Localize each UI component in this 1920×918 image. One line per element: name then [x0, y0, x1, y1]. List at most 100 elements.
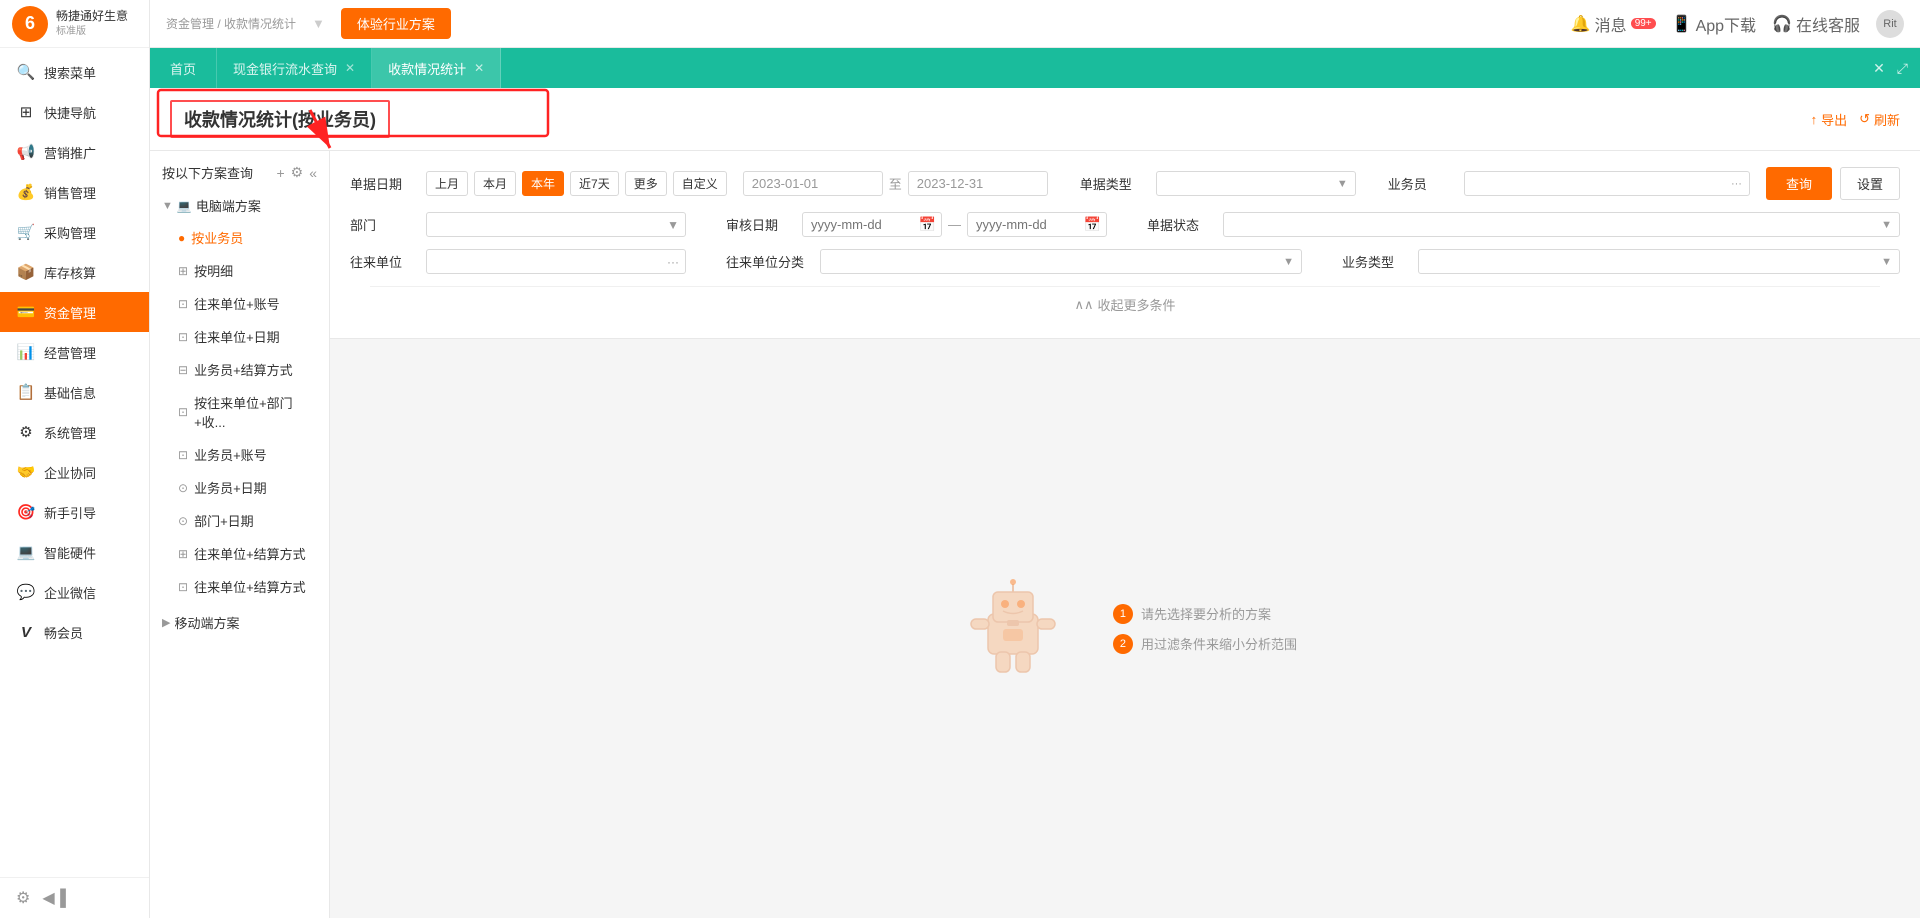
sidebar-item-system[interactable]: ⚙ 系统管理: [0, 412, 149, 452]
filter-row-3: 往来单位 ··· 往来单位分类 ▼ 业务类型 ▼: [350, 249, 1900, 274]
scheme-unit-dept-icon: ⊡: [178, 405, 188, 419]
voucher-type-select-wrapper: ▼: [1156, 171, 1356, 196]
industry-solution-button[interactable]: 体验行业方案: [341, 8, 451, 39]
scheme-item-unit-dept-recv[interactable]: ⊡ 按往来单位+部门+收...: [150, 386, 329, 438]
partner-category-select[interactable]: [820, 249, 1302, 274]
filter-area: 单据日期 上月 本月 本年 近7天 更多 自定义 至 单据类型: [330, 151, 1920, 339]
tab-bank[interactable]: 现金银行流水查询 ✕: [217, 48, 372, 88]
service-icon: 🎧: [1772, 14, 1792, 34]
date-btn-this-year[interactable]: 本年: [522, 171, 564, 196]
date-btn-this-month[interactable]: 本月: [474, 171, 516, 196]
sidebar-bottom: ⚙ ◀▐: [0, 877, 149, 918]
business-type-label: 业务类型: [1342, 252, 1402, 271]
logo-icon: 6: [12, 6, 48, 42]
user-menu[interactable]: Rit: [1876, 10, 1904, 38]
partner-label: 往来单位: [350, 252, 410, 271]
scheme-item-salesman-account[interactable]: ⊡ 业务员+账号: [150, 438, 329, 471]
scheme-item-dept-date[interactable]: ⊙ 部门+日期: [150, 504, 329, 537]
salesman-label: 业务员: [1388, 174, 1448, 193]
scheme-item-unit-date[interactable]: ⊡ 往来单位+日期: [150, 320, 329, 353]
maximize-window-icon[interactable]: ⤢: [1897, 60, 1908, 77]
query-button[interactable]: 查询: [1766, 167, 1832, 200]
collapse-scheme-icon[interactable]: «: [309, 165, 317, 181]
close-window-icon[interactable]: ✕: [1873, 60, 1885, 77]
date-btn-7days[interactable]: 近7天: [570, 171, 619, 196]
add-scheme-icon[interactable]: +: [276, 165, 284, 181]
settings-bottom-icon[interactable]: ⚙: [16, 888, 30, 908]
sidebar-item-inventory[interactable]: 📦 库存核算: [0, 252, 149, 292]
business-type-select[interactable]: [1418, 249, 1900, 274]
messages-button[interactable]: 🔔 消息 99+: [1571, 12, 1656, 36]
scheme-unit-account-icon: ⊡: [178, 297, 188, 311]
sidebar-item-search[interactable]: 🔍 搜索菜单: [0, 52, 149, 92]
tab-receipt[interactable]: 收款情况统计 ✕: [372, 48, 501, 88]
bell-icon: 🔔: [1571, 14, 1591, 34]
page-header: 收款情况统计(按业务员) ↑ 导出 ↺ 刷新: [150, 88, 1920, 151]
sidebar-item-operation[interactable]: 📊 经营管理: [0, 332, 149, 372]
collapse-sidebar-icon[interactable]: ◀▐: [42, 888, 66, 908]
sidebar-item-member[interactable]: V 畅会员: [0, 612, 149, 652]
salesman-select[interactable]: [1464, 171, 1750, 196]
mobile-group-arrow: ▶: [162, 616, 170, 629]
calendar-to-icon: 📅: [1084, 216, 1101, 233]
scheme-item-salesman-date[interactable]: ⊙ 业务员+日期: [150, 471, 329, 504]
messages-badge: 99+: [1631, 18, 1656, 29]
date-to-input[interactable]: [908, 171, 1048, 196]
sidebar-item-marketing[interactable]: 📢 营销推广: [0, 132, 149, 172]
export-icon: ↑: [1811, 112, 1818, 127]
date-btn-custom[interactable]: 自定义: [673, 171, 727, 196]
date-from-input[interactable]: [743, 171, 883, 196]
date-btn-last-month[interactable]: 上月: [426, 171, 468, 196]
tab-home[interactable]: 首页: [150, 48, 217, 88]
receipt-tab-close-icon[interactable]: ✕: [474, 61, 484, 75]
partner-input[interactable]: [427, 250, 661, 273]
collapse-filter-button[interactable]: ∧∧ 收起更多条件: [370, 286, 1880, 322]
partner-more-icon[interactable]: ···: [661, 255, 685, 269]
voucher-type-select[interactable]: [1156, 171, 1356, 196]
sidebar-item-purchase[interactable]: 🛒 采购管理: [0, 212, 149, 252]
scheme-dept-date-icon: ⊙: [178, 514, 188, 528]
robot-svg: [963, 574, 1063, 684]
sidebar-item-basic[interactable]: 📋 基础信息: [0, 372, 149, 412]
date-separator: 至: [889, 174, 902, 193]
refresh-button[interactable]: ↺ 刷新: [1859, 110, 1900, 129]
scheme-item-unit-settle1[interactable]: ⊞ 往来单位+结算方式: [150, 537, 329, 570]
scheme-salesman-date-icon: ⊙: [178, 481, 188, 495]
sidebar-item-finance[interactable]: 💳 资金管理: [0, 292, 149, 332]
dept-dropdown-icon[interactable]: ▼: [661, 218, 685, 232]
scheme-unit-settle1-icon: ⊞: [178, 547, 188, 561]
bank-tab-close-icon[interactable]: ✕: [345, 61, 355, 75]
collapse-up-icon: ∧∧: [1074, 297, 1093, 313]
filter-row-1: 单据日期 上月 本月 本年 近7天 更多 自定义 至 单据类型: [350, 167, 1900, 200]
avatar: Rit: [1876, 10, 1904, 38]
scheme-unit-date-icon: ⊡: [178, 330, 188, 344]
download-icon: 📱: [1672, 14, 1692, 34]
settings-button[interactable]: 设置: [1840, 167, 1900, 200]
sidebar-item-hardware[interactable]: 💻 智能硬件: [0, 532, 149, 572]
sidebar-item-enterprise[interactable]: 🤝 企业协同: [0, 452, 149, 492]
export-button[interactable]: ↑ 导出: [1811, 110, 1848, 129]
scheme-item-by-salesman[interactable]: ● 按业务员: [150, 221, 329, 254]
sidebar-item-wechat[interactable]: 💬 企业微信: [0, 572, 149, 612]
filter-row-2: 部门 ▼ 审核日期 📅 — 📅: [350, 212, 1900, 237]
scheme-item-unit-account[interactable]: ⊡ 往来单位+账号: [150, 287, 329, 320]
app-download-button[interactable]: 📱 App下载: [1672, 12, 1756, 36]
voucher-status-select[interactable]: [1223, 212, 1900, 237]
online-service-button[interactable]: 🎧 在线客服: [1772, 12, 1860, 36]
dept-input[interactable]: [427, 213, 661, 236]
calendar-from-icon: 📅: [919, 216, 936, 233]
scheme-settings-icon[interactable]: ⚙: [291, 164, 304, 181]
scheme-item-by-detail[interactable]: ⊞ 按明细: [150, 254, 329, 287]
business-type-select-wrapper: ▼: [1418, 249, 1900, 274]
voucher-status-select-wrapper: ▼: [1223, 212, 1900, 237]
scheme-group-desktop-title[interactable]: ▼ 💻 电脑端方案: [150, 190, 329, 221]
sidebar-item-guide[interactable]: 🎯 新手引导: [0, 492, 149, 532]
sidebar-item-quick[interactable]: ⊞ 快捷导航: [0, 92, 149, 132]
content-area: 按以下方案查询 + ⚙ « ▼ 💻 电脑端方案 ● 按业务员: [150, 151, 1920, 918]
inventory-icon: 📦: [16, 262, 36, 282]
scheme-item-unit-settle2[interactable]: ⊡ 往来单位+结算方式: [150, 570, 329, 603]
date-btn-more[interactable]: 更多: [625, 171, 667, 196]
sidebar-item-sales[interactable]: 💰 销售管理: [0, 172, 149, 212]
scheme-group-mobile-title[interactable]: ▶ 移动端方案: [150, 607, 329, 638]
scheme-item-salesman-settle[interactable]: ⊟ 业务员+结算方式: [150, 353, 329, 386]
